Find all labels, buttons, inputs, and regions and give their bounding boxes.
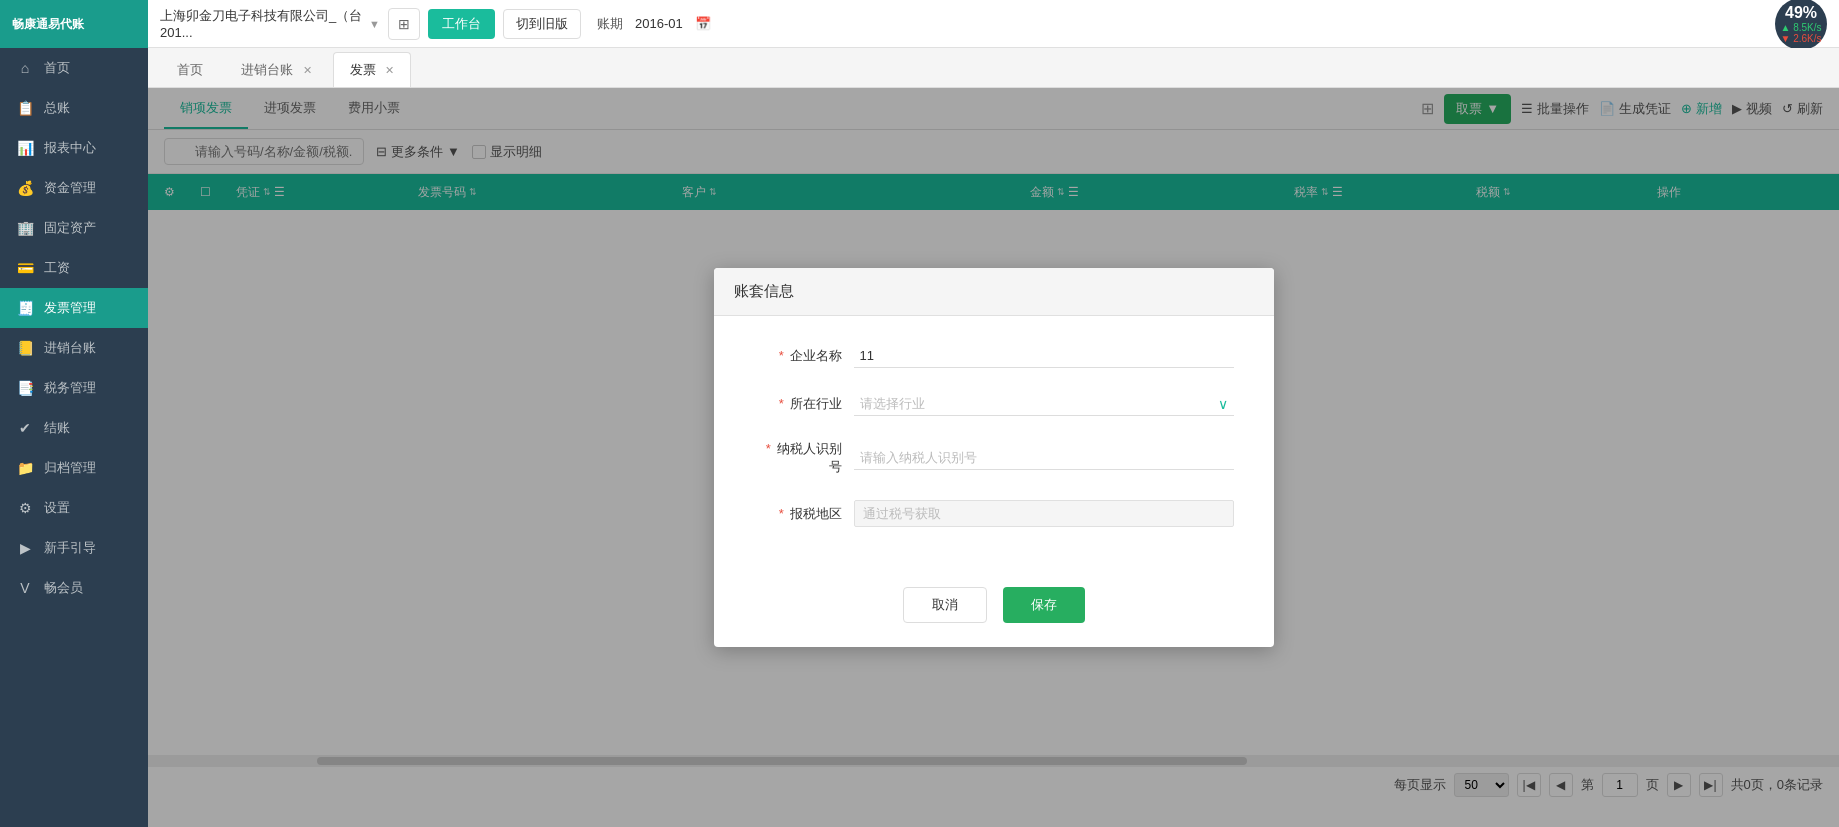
assets-icon: 🏢: [16, 220, 34, 236]
sidebar-item-ledger[interactable]: 📋 总账: [0, 88, 148, 128]
sidebar-item-home[interactable]: ⌂ 首页: [0, 48, 148, 88]
sidebar-item-capital[interactable]: 💰 资金管理: [0, 168, 148, 208]
sidebar-item-settings[interactable]: ⚙ 设置: [0, 488, 148, 528]
sidebar-item-salary[interactable]: 💳 工资: [0, 248, 148, 288]
company-chevron-icon: ▼: [369, 18, 380, 30]
industry-chevron-icon: ∨: [1218, 396, 1228, 412]
workbench-button[interactable]: 工作台: [428, 9, 495, 39]
sidebar-logo: 畅康通易代账: [12, 16, 84, 33]
speed-indicator: 49% ▲ 8.5K/s ▼ 2.6K/s: [1775, 0, 1827, 50]
period-value: 2016-01: [635, 16, 683, 31]
purchase-icon: 📒: [16, 340, 34, 356]
old-version-button[interactable]: 切到旧版: [503, 9, 581, 39]
sidebar-item-guide[interactable]: ▶ 新手引导: [0, 528, 148, 568]
sidebar-item-label: 畅会员: [44, 579, 83, 597]
sidebar-item-archive[interactable]: 📁 归档管理: [0, 448, 148, 488]
period-label: 账期: [597, 15, 623, 33]
company-name-input[interactable]: [854, 344, 1234, 368]
tab-home[interactable]: 首页: [160, 52, 220, 87]
tax-id-input[interactable]: [854, 446, 1234, 470]
sidebar-item-label: 设置: [44, 499, 70, 517]
main-area: 上海卯金刀电子科技有限公司_（台201... ▼ ⊞ 工作台 切到旧版 账期 2…: [148, 0, 1839, 827]
topbar: 上海卯金刀电子科技有限公司_（台201... ▼ ⊞ 工作台 切到旧版 账期 2…: [148, 0, 1839, 48]
ledger-icon: 📋: [16, 100, 34, 116]
sidebar-item-invoice[interactable]: 🧾 发票管理: [0, 288, 148, 328]
member-icon: V: [16, 580, 34, 596]
sidebar-item-label: 报表中心: [44, 139, 96, 157]
form-row-tax-region: * 报税地区: [754, 500, 1234, 527]
sidebar-item-checkout[interactable]: ✔ 结账: [0, 408, 148, 448]
sidebar-item-label: 结账: [44, 419, 70, 437]
industry-select[interactable]: 请选择行业: [854, 392, 1234, 415]
required-star: *: [779, 396, 784, 411]
tab-purchase-close-icon[interactable]: ✕: [303, 64, 312, 76]
sidebar-nav: ⌂ 首页 📋 总账 📊 报表中心 💰 资金管理 🏢 固定资产 💳 工资 🧾 发票管理 📒 进销台账 📑 税务管理 ✔…: [0, 48, 148, 827]
speed-up: ▲ 8.5K/s: [1780, 22, 1821, 33]
sidebar-item-label: 工资: [44, 259, 70, 277]
sidebar-item-label: 发票管理: [44, 299, 96, 317]
copy-icon-button[interactable]: ⊞: [388, 8, 420, 40]
tab-purchase[interactable]: 进销台账 ✕: [224, 52, 329, 87]
dialog-title: 账套信息: [714, 268, 1274, 316]
company-selector[interactable]: 上海卯金刀电子科技有限公司_（台201... ▼: [160, 7, 380, 40]
archive-icon: 📁: [16, 460, 34, 476]
tabbar: 首页 进销台账 ✕ 发票 ✕: [148, 48, 1839, 88]
industry-select-wrap[interactable]: 请选择行业 ∨: [854, 392, 1234, 416]
sidebar: 畅康通易代账 ⌂ 首页 📋 总账 📊 报表中心 💰 资金管理 🏢 固定资产 💳 工资 🧾 发票管理 📒 进销台…: [0, 0, 148, 827]
tab-invoice-close-icon[interactable]: ✕: [385, 64, 394, 76]
sidebar-item-label: 归档管理: [44, 459, 96, 477]
sidebar-item-label: 固定资产: [44, 219, 96, 237]
modal-overlay: 账套信息 * 企业名称 * 所在行业: [148, 88, 1839, 827]
guide-icon: ▶: [16, 540, 34, 556]
tax-region-input: [854, 500, 1234, 527]
home-icon: ⌂: [16, 60, 34, 76]
save-button[interactable]: 保存: [1003, 587, 1085, 623]
sidebar-header: 畅康通易代账: [0, 0, 148, 48]
dialog-body: * 企业名称 * 所在行业 请选择行业: [714, 316, 1274, 571]
sidebar-item-tax[interactable]: 📑 税务管理: [0, 368, 148, 408]
industry-label: * 所在行业: [754, 395, 854, 413]
company-name: 上海卯金刀电子科技有限公司_（台201...: [160, 7, 365, 40]
settings-icon: ⚙: [16, 500, 34, 516]
form-row-tax-id: * 纳税人识别号: [754, 440, 1234, 476]
dialog-account-info: 账套信息 * 企业名称 * 所在行业: [714, 268, 1274, 647]
invoice-icon: 🧾: [16, 300, 34, 316]
sidebar-item-purchase[interactable]: 📒 进销台账: [0, 328, 148, 368]
sidebar-item-label: 资金管理: [44, 179, 96, 197]
required-star: *: [766, 441, 771, 456]
form-row-company-name: * 企业名称: [754, 344, 1234, 368]
content-area: 销项发票 进项发票 费用小票 ⊞ 取票 ▼ ☰ 批量操作: [148, 88, 1839, 827]
sidebar-item-label: 税务管理: [44, 379, 96, 397]
sidebar-item-label: 总账: [44, 99, 70, 117]
report-icon: 📊: [16, 140, 34, 156]
dialog-footer: 取消 保存: [714, 571, 1274, 647]
sidebar-item-label: 进销台账: [44, 339, 96, 357]
tab-invoice[interactable]: 发票 ✕: [333, 52, 412, 87]
tax-region-label: * 报税地区: [754, 505, 854, 523]
sidebar-item-member[interactable]: V 畅会员: [0, 568, 148, 608]
speed-percent: 49%: [1785, 4, 1817, 22]
speed-down: ▼ 2.6K/s: [1780, 33, 1821, 44]
form-row-industry: * 所在行业 请选择行业 ∨: [754, 392, 1234, 416]
sidebar-item-label: 首页: [44, 59, 70, 77]
tax-icon: 📑: [16, 380, 34, 396]
capital-icon: 💰: [16, 180, 34, 196]
required-star: *: [779, 506, 784, 521]
required-star: *: [779, 348, 784, 363]
topbar-right: 49% ▲ 8.5K/s ▼ 2.6K/s: [1775, 0, 1827, 50]
company-name-label: * 企业名称: [754, 347, 854, 365]
tax-id-label: * 纳税人识别号: [754, 440, 854, 476]
salary-icon: 💳: [16, 260, 34, 276]
sidebar-item-report[interactable]: 📊 报表中心: [0, 128, 148, 168]
calendar-icon[interactable]: 📅: [695, 16, 711, 31]
sidebar-item-assets[interactable]: 🏢 固定资产: [0, 208, 148, 248]
sidebar-item-label: 新手引导: [44, 539, 96, 557]
checkout-icon: ✔: [16, 420, 34, 436]
cancel-button[interactable]: 取消: [903, 587, 987, 623]
